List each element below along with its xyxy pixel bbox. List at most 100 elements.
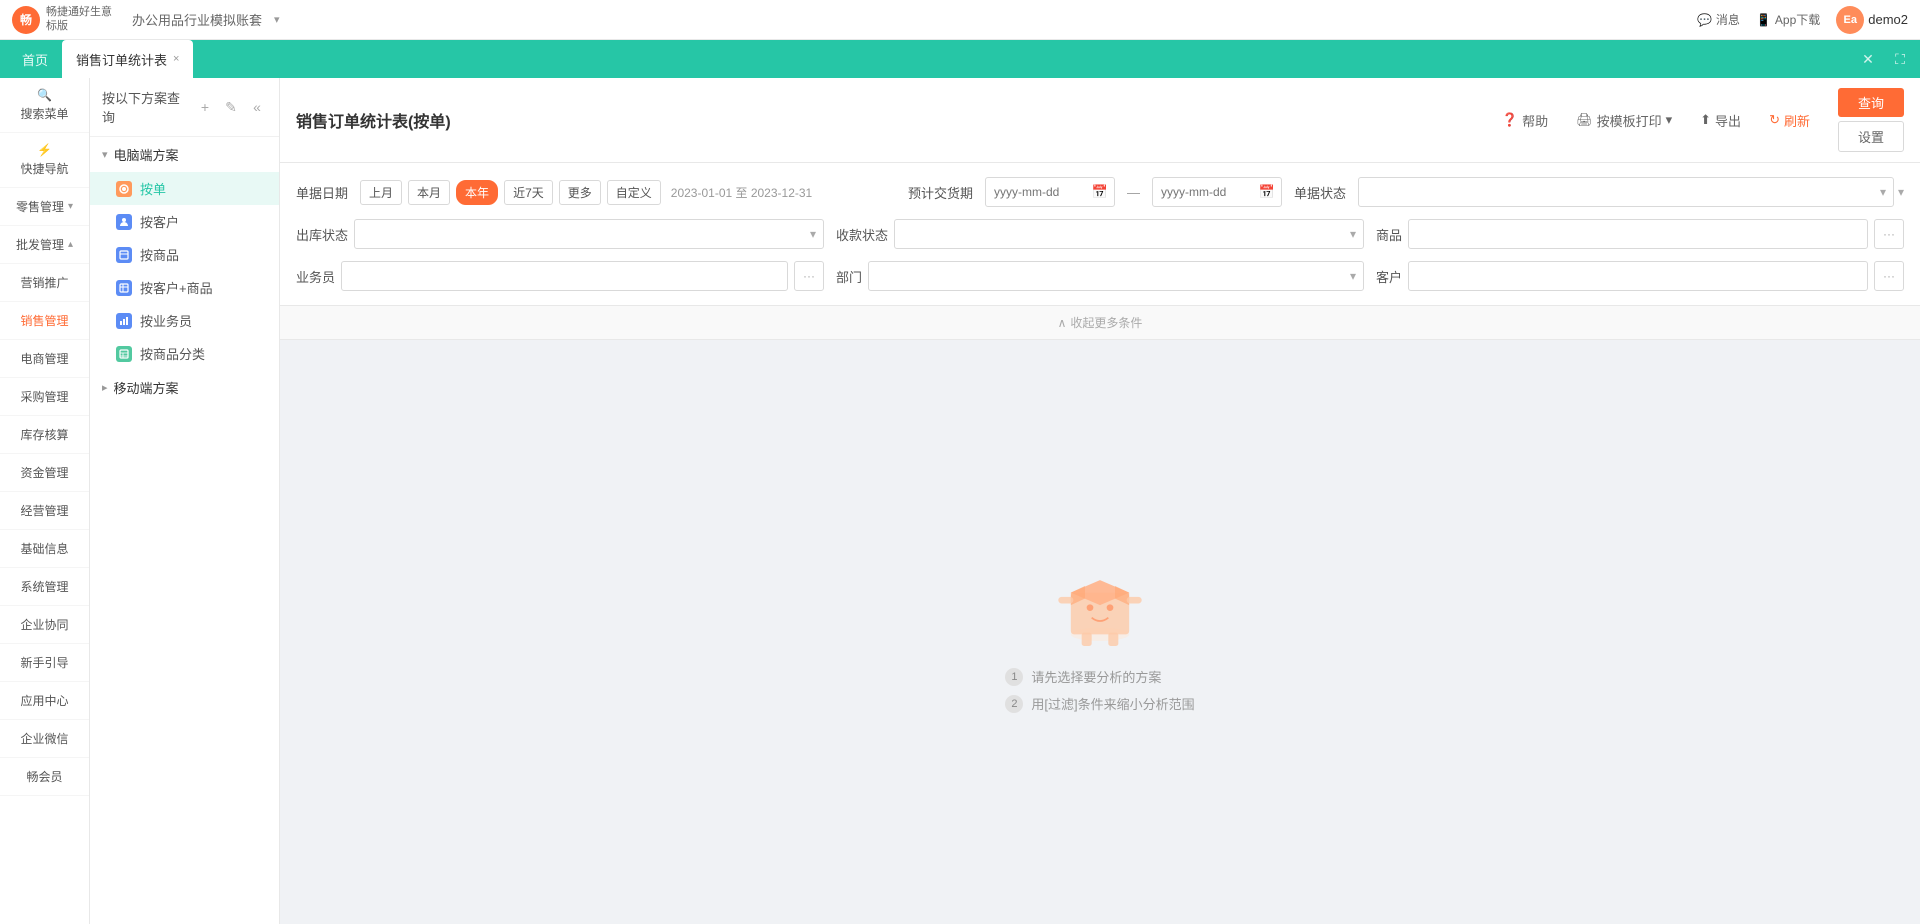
scheme-item-按业务员[interactable]: 按业务员: [90, 304, 279, 337]
wholesale-label: 批发管理: [16, 236, 64, 253]
top-header: 畅 畅捷通好生意 标版 办公用品行业模拟账套 ▾ 💬 消息 📱 App下载 Ea…: [0, 0, 1920, 40]
close-window-btn[interactable]: ✕: [1856, 47, 1880, 71]
search-icon: 🔍: [37, 88, 52, 102]
finance-label: 资金管理: [20, 464, 68, 481]
sidebar-item-retail[interactable]: 零售管理 ▾: [0, 188, 89, 226]
delivery-date-start-wrapper: 📅: [985, 177, 1115, 207]
department-block: 部门: [836, 261, 1364, 291]
sidebar-item-basic[interactable]: 基础信息: [0, 530, 89, 568]
help-btn[interactable]: ❓ 帮助: [1494, 107, 1556, 134]
date-btn-this-month[interactable]: 本月: [408, 180, 450, 205]
basic-label: 基础信息: [20, 540, 68, 557]
export-label: 导出: [1715, 111, 1741, 130]
date-btn-last-month[interactable]: 上月: [360, 180, 402, 205]
sidebar-quick-nav[interactable]: ⚡ 快捷导航: [0, 133, 89, 188]
sidebar-item-wholesale[interactable]: 批发管理 ▴: [0, 226, 89, 264]
sidebar-item-sales[interactable]: 销售管理: [0, 302, 89, 340]
message-action[interactable]: 💬 消息: [1697, 11, 1740, 28]
goods-label: 商品: [1376, 225, 1402, 244]
customer-ellipsis-btn[interactable]: ···: [1874, 261, 1904, 291]
customer-input[interactable]: [1408, 261, 1868, 291]
scheme-item-按单[interactable]: 按单: [90, 172, 279, 205]
header-dropdown-icon[interactable]: ▾: [274, 13, 280, 26]
bill-date-label: 单据日期: [296, 183, 348, 202]
sidebar-search[interactable]: 🔍 搜索菜单: [0, 78, 89, 133]
date-btn-this-year[interactable]: 本年: [456, 180, 498, 205]
inventory-label: 库存核算: [20, 426, 68, 443]
refresh-btn[interactable]: ↻ 刷新: [1761, 107, 1818, 134]
date-btn-7days[interactable]: 近7天: [504, 180, 553, 205]
tab-active[interactable]: 销售订单统计表 ×: [62, 40, 193, 78]
sidebar-item-ecommerce[interactable]: 电商管理: [0, 340, 89, 378]
date-btn-custom[interactable]: 自定义: [607, 180, 661, 205]
sidebar-item-member[interactable]: 畅会员: [0, 758, 89, 796]
pc-group-header[interactable]: ▾ 电脑端方案: [90, 137, 279, 172]
settings-btn[interactable]: 设置: [1838, 121, 1904, 152]
sidebar-item-finance[interactable]: 资金管理: [0, 454, 89, 492]
delivery-status-select[interactable]: [354, 219, 824, 249]
scheme-icon-按业务员: [116, 313, 132, 329]
salesman-input[interactable]: [341, 261, 788, 291]
bill-status-select[interactable]: [1358, 177, 1894, 207]
operations-label: 经营管理: [20, 502, 68, 519]
scheme-label-按商品分类: 按商品分类: [140, 344, 205, 363]
tab-home[interactable]: 首页: [8, 40, 62, 78]
tab-bar: 首页 销售订单统计表 × ✕ ⛶: [0, 40, 1920, 78]
sidebar-item-appstore[interactable]: 应用中心: [0, 682, 89, 720]
sidebar-item-operations[interactable]: 经营管理: [0, 492, 89, 530]
delivery-date-start[interactable]: [985, 177, 1115, 207]
sidebar-item-purchase[interactable]: 采购管理: [0, 378, 89, 416]
sidebar-item-enterprise[interactable]: 企业协同: [0, 606, 89, 644]
home-tab-label: 首页: [22, 50, 48, 69]
filter-row-1: 单据日期 上月 本月 本年 近7天 更多 自定义 2023-01-01 至 20…: [296, 177, 1904, 207]
help-icon: ❓: [1502, 112, 1518, 128]
retail-arrow: ▾: [68, 201, 73, 212]
delivery-date-end[interactable]: [1152, 177, 1282, 207]
sidebar-item-system[interactable]: 系统管理: [0, 568, 89, 606]
mobile-group-header[interactable]: ▸ 移动端方案: [90, 370, 279, 405]
scheme-item-按商品分类[interactable]: 按商品分类: [90, 337, 279, 370]
pc-group-label: 电脑端方案: [114, 145, 179, 164]
add-scheme-btn[interactable]: +: [195, 97, 215, 117]
left-panel-header: 按以下方案查询 + ✎ «: [90, 78, 279, 137]
system-label: 系统管理: [20, 578, 68, 595]
print-dropdown-icon[interactable]: ▾: [1666, 112, 1673, 128]
collapse-bar[interactable]: ∧ 收起更多条件: [280, 306, 1920, 340]
scheme-label-按业务员: 按业务员: [140, 311, 192, 330]
filter-area: 单据日期 上月 本月 本年 近7天 更多 自定义 2023-01-01 至 20…: [280, 163, 1920, 306]
tab-close-icon[interactable]: ×: [173, 53, 179, 65]
goods-input[interactable]: [1408, 219, 1868, 249]
payment-status-select[interactable]: [894, 219, 1364, 249]
print-icon: 🖨: [1576, 112, 1593, 128]
scheme-label-按商品: 按商品: [140, 245, 179, 264]
expected-delivery-label: 预计交货期: [908, 183, 973, 202]
date-btn-group: 上月 本月 本年 近7天 更多 自定义 2023-01-01 至 2023-12…: [360, 180, 896, 205]
sidebar-item-marketing[interactable]: 营销推广: [0, 264, 89, 302]
date-btn-more[interactable]: 更多: [559, 180, 601, 205]
help-label: 帮助: [1522, 111, 1548, 130]
app-download-action[interactable]: 📱 App下载: [1756, 11, 1820, 28]
expand-window-btn[interactable]: ⛶: [1888, 47, 1912, 71]
scheme-item-按客户商品[interactable]: 按客户+商品: [90, 271, 279, 304]
print-btn[interactable]: 🖨 按模板打印 ▾: [1568, 107, 1680, 134]
goods-ellipsis-btn[interactable]: ···: [1874, 219, 1904, 249]
message-icon: 💬: [1697, 13, 1712, 27]
sidebar-item-inventory[interactable]: 库存核算: [0, 416, 89, 454]
scheme-icon-按商品分类: [116, 346, 132, 362]
tip-text-2: 用[过滤]条件来缩小分析范围: [1031, 694, 1194, 713]
collapse-panel-btn[interactable]: «: [247, 97, 267, 117]
user-area[interactable]: Ea demo2: [1836, 6, 1908, 34]
scheme-label-按单: 按单: [140, 179, 166, 198]
page-title-bar: 销售订单统计表(按单) ❓ 帮助 🖨 按模板打印 ▾ ⬆ 导出: [280, 78, 1920, 163]
sidebar-item-wechat[interactable]: 企业微信: [0, 720, 89, 758]
empty-state: 1 请先选择要分析的方案 2 用[过滤]条件来缩小分析范围: [280, 340, 1920, 924]
scheme-item-按客户[interactable]: 按客户: [90, 205, 279, 238]
query-btn[interactable]: 查询: [1838, 88, 1904, 117]
salesman-ellipsis-btn[interactable]: ···: [794, 261, 824, 291]
export-btn[interactable]: ⬆ 导出: [1692, 107, 1749, 134]
scheme-item-按商品[interactable]: 按商品: [90, 238, 279, 271]
bill-status-wrapper: [1358, 177, 1894, 207]
edit-scheme-btn[interactable]: ✎: [221, 97, 241, 117]
sidebar-item-newbie[interactable]: 新手引导: [0, 644, 89, 682]
department-select[interactable]: [868, 261, 1364, 291]
